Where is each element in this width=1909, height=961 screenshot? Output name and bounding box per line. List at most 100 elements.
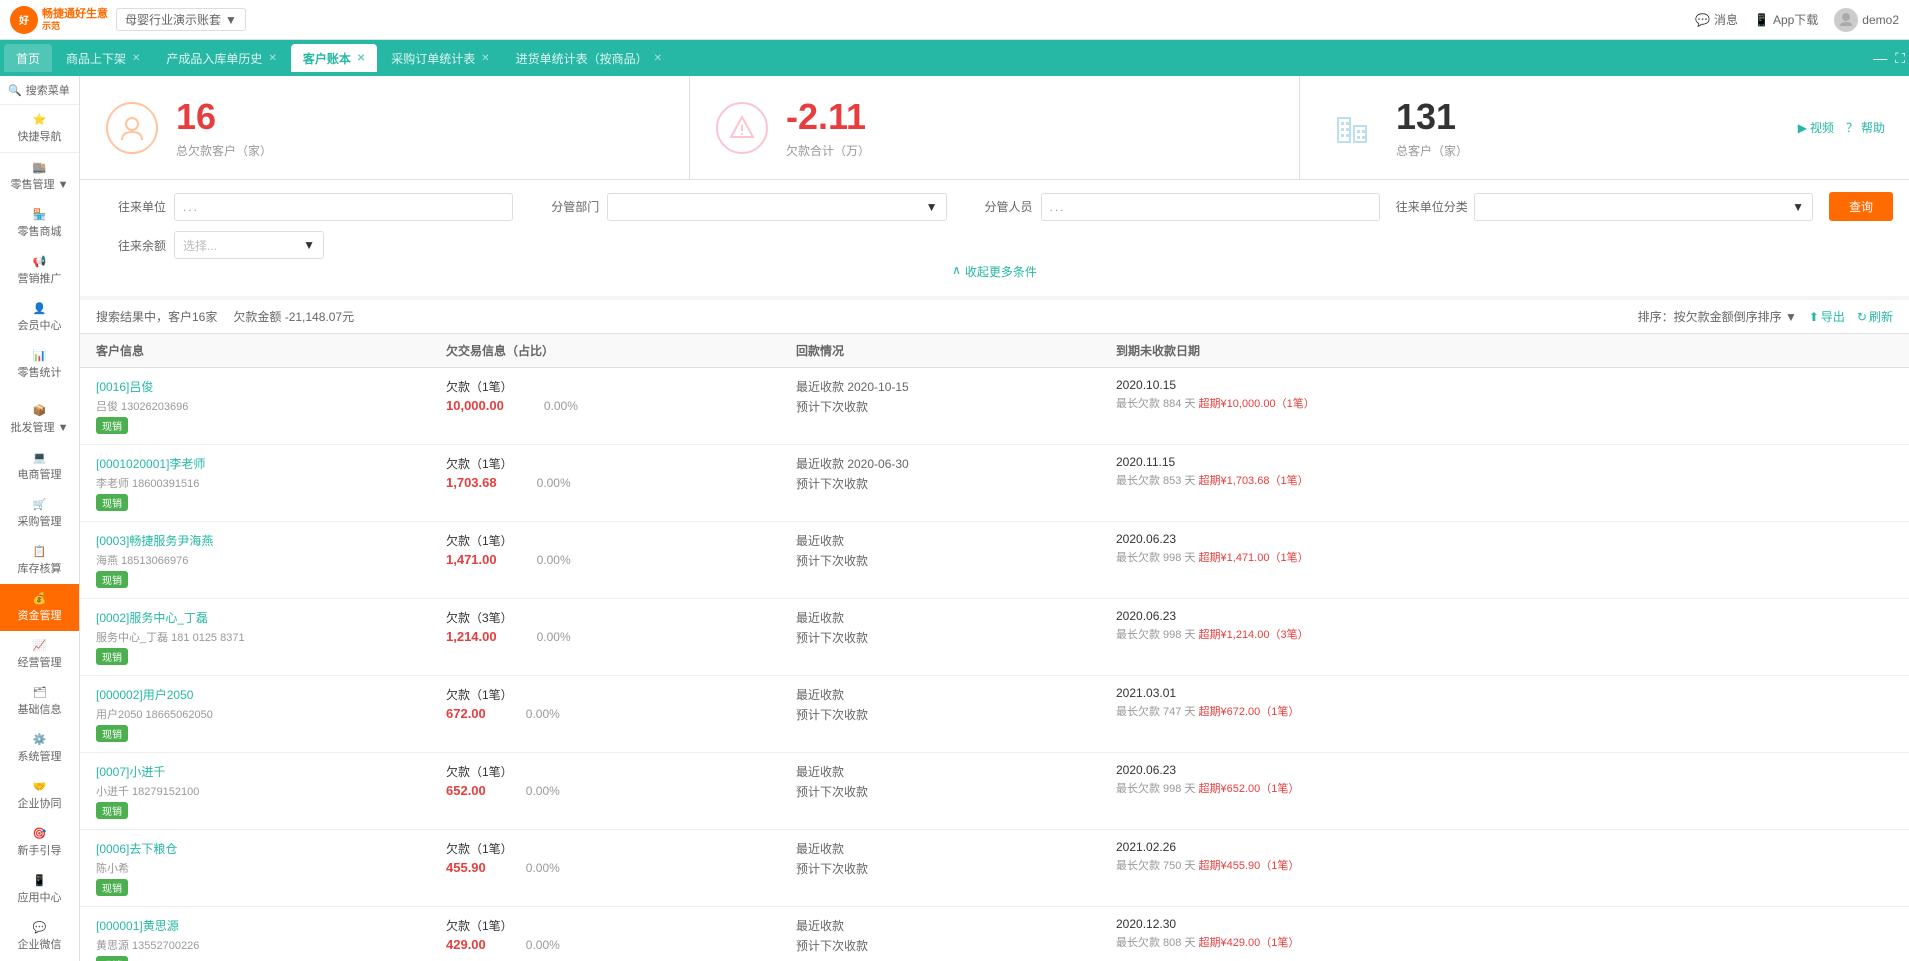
dept-select[interactable]: ▼ [607,193,946,221]
store-selector[interactable]: 母婴行业演示账套 ▼ [116,8,246,31]
close-icon[interactable]: ✕ [132,53,140,64]
sidebar-item-purchase[interactable]: 🛒 采购管理 [0,490,79,537]
overdue-link-0[interactable]: 超期¥10,000.00（1笔） [1199,398,1315,410]
help-icon: ？ [1846,119,1858,136]
customer-info-7: [000001]黄思源 黄思源 13552700226 现销 [96,917,446,961]
app-download-btn[interactable]: 📱 App下载 [1754,11,1818,28]
overdue-detail-4: 最长欠款 747 天 超期¥672.00（1笔） [1116,703,1893,719]
export-button[interactable]: ⬆ 导出 [1809,308,1845,325]
debt-percent-5: 0.00% [526,784,560,798]
customer-name-5[interactable]: [0007]小迸千 [96,763,446,780]
tab-stock[interactable]: 进货单统计表（按商品） ✕ [504,44,674,72]
search-menu-item[interactable]: 🔍 搜索菜单 [0,76,79,105]
debt-amount-row-0: 10,000.00 0.00% [446,398,796,413]
table-header: 客户信息 欠交易信息（占比） 回款情况 到期未收款日期 [80,334,1909,368]
tab-home[interactable]: 首页 [4,44,52,72]
overdue-detail-5: 最长欠款 998 天 超期¥652.00（1笔） [1116,780,1893,796]
col-customer-info: 客户信息 [96,342,446,359]
customer-info-5: [0007]小迸千 小迸千 18279152100 现销 [96,763,446,819]
sidebar-item-retail-mall[interactable]: 🏪 零售商城 [0,200,79,247]
collapse-row[interactable]: ∧ 收起更多条件 [96,259,1893,284]
customer-name-6[interactable]: [0006]去下粮仓 [96,840,446,857]
debt-value: -2.11 [786,96,870,138]
overdue-link-7[interactable]: 超期¥429.00（1笔） [1199,937,1300,949]
close-icon[interactable]: ✕ [268,53,276,64]
overdue-link-6[interactable]: 超期¥455.90（1笔） [1199,860,1300,872]
sidebar-item-retail-stats[interactable]: 📊 零售统计 [0,341,79,388]
results-amount: 欠款金额 -21,148.07元 [233,308,354,325]
balance-select[interactable]: 选择... ▼ [174,231,324,259]
refresh-button[interactable]: ↻ 刷新 [1857,308,1893,325]
main-layout: 🔍 搜索菜单 ⭐ 快捷导航 🏬 零售管理 ▼ 🏪 零售商城 📢 营销推广 👤 会… [0,76,1909,961]
customer-name-3[interactable]: [0002]服务中心_丁磊 [96,609,446,626]
debt-label-7: 欠款（1笔） [446,917,513,934]
sidebar-item-apps[interactable]: 📱 应用中心 [0,866,79,913]
tab-bar: 首页 商品上下架 ✕ 产成品入库单历史 ✕ 客户账本 ✕ 采购订单统计表 ✕ 进… [0,40,1909,76]
tab-products[interactable]: 商品上下架 ✕ [54,44,152,72]
from-unit-input[interactable]: ... [174,193,513,221]
video-btn[interactable]: ▶ 视频 [1798,119,1834,136]
person-input[interactable]: ... [1041,193,1380,221]
user-menu[interactable]: demo2 [1834,8,1899,32]
quick-nav-item[interactable]: ⭐ 快捷导航 [0,105,79,153]
customer-name-1[interactable]: [0001020001]李老师 [96,455,446,472]
minimize-icon[interactable]: — [1873,50,1887,66]
overdue-link-4[interactable]: 超期¥672.00（1笔） [1199,706,1300,718]
sidebar-item-wechat[interactable]: 💬 企业微信 [0,913,79,960]
close-icon[interactable]: ✕ [481,53,489,64]
tab-customer-account[interactable]: 客户账本 ✕ [291,44,377,72]
sidebar-item-guide[interactable]: 🎯 新手引导 [0,819,79,866]
customer-name-7[interactable]: [000001]黄思源 [96,917,446,934]
sidebar-item-finance[interactable]: 💰 资金管理 [0,584,79,631]
query-button[interactable]: 查询 [1829,192,1893,221]
next-payment-6: 预计下次收款 [796,860,1116,877]
overdue-detail-2: 最长欠款 998 天 超期¥1,471.00（1笔） [1116,549,1893,565]
message-btn[interactable]: 💬 消息 [1695,11,1738,28]
table-row: [0006]去下粮仓 陈小希 现销 欠款（1笔） 455.90 0.00% 最近… [80,830,1909,907]
help-btn[interactable]: ？ 帮助 [1846,119,1885,136]
debt-label-1: 欠款（1笔） [446,455,513,472]
next-payment-2: 预计下次收款 [796,552,1116,569]
sidebar-item-wholesale[interactable]: 📦 批发管理 ▼ [0,396,79,443]
overdue-info-3: 2020.06.23 最长欠款 998 天 超期¥1,214.00（3笔） [1116,609,1893,642]
sidebar-item-basic-info[interactable]: 🗂 基础信息 [0,678,79,725]
tab-production[interactable]: 产成品入库单历史 ✕ [154,44,288,72]
sidebar-item-collab[interactable]: 🤝 企业协同 [0,772,79,819]
sidebar-item-member[interactable]: 👤 会员中心 [0,294,79,341]
dept-label: 分管部门 [529,198,599,215]
finance-label: 资金管理 [18,607,62,623]
customer-name-0[interactable]: [0016]吕俊 [96,378,446,395]
overdue-link-3[interactable]: 超期¥1,214.00（3笔） [1199,629,1309,641]
latest-payment-6: 最近收款 [796,840,1116,857]
inventory-icon: 📋 [33,545,47,558]
sidebar-item-inventory[interactable]: 📋 库存核算 [0,537,79,584]
results-summary: 搜索结果中，客户16家 [96,308,217,325]
tab-purchase[interactable]: 采购订单统计表 ✕ [379,44,501,72]
customer-info-1: [0001020001]李老师 李老师 18600391516 现销 [96,455,446,511]
maximize-icon[interactable]: ⛶ [1895,50,1905,67]
debt-row-0: 欠款（1笔） [446,378,796,395]
overdue-link-1[interactable]: 超期¥1,703.68（1笔） [1199,475,1309,487]
debt-info-3: 欠款（3笔） 1,214.00 0.00% [446,609,796,644]
overdue-link-5[interactable]: 超期¥652.00（1笔） [1199,783,1300,795]
dropdown-icon: ▼ [225,13,237,27]
sidebar-item-ecommerce[interactable]: 💻 电商管理 [0,443,79,490]
tab-home-label: 首页 [16,50,40,67]
table-row: [000001]黄思源 黄思源 13552700226 现销 欠款（1笔） 42… [80,907,1909,961]
sidebar-item-marketing[interactable]: 📢 营销推广 [0,247,79,294]
sidebar-item-system[interactable]: ⚙️ 系统管理 [0,725,79,772]
debt-info-1: 欠款（1笔） 1,703.68 0.00% [446,455,796,490]
overdue-link-2[interactable]: 超期¥1,471.00（1笔） [1199,552,1309,564]
wholesale-label: 批发管理 ▼ [11,419,69,435]
customer-name-2[interactable]: [0003]畅捷服务尹海燕 [96,532,446,549]
top-bar-right: 💬 消息 📱 App下载 demo2 [1695,8,1899,32]
sidebar-item-management[interactable]: 📈 经营管理 [0,631,79,678]
unit-class-select[interactable]: ▼ [1474,193,1813,221]
sidebar-item-retail-mgmt[interactable]: 🏬 零售管理 ▼ [0,153,79,200]
close-icon[interactable]: ✕ [357,53,365,64]
filter-row-2: 往来余额 选择... ▼ [96,231,1893,259]
customer-info-4: [000002]用户2050 用户2050 18665062050 现销 [96,686,446,742]
customer-name-4[interactable]: [000002]用户2050 [96,686,446,703]
due-date-6: 2021.02.26 [1116,840,1893,854]
close-icon[interactable]: ✕ [654,53,662,64]
